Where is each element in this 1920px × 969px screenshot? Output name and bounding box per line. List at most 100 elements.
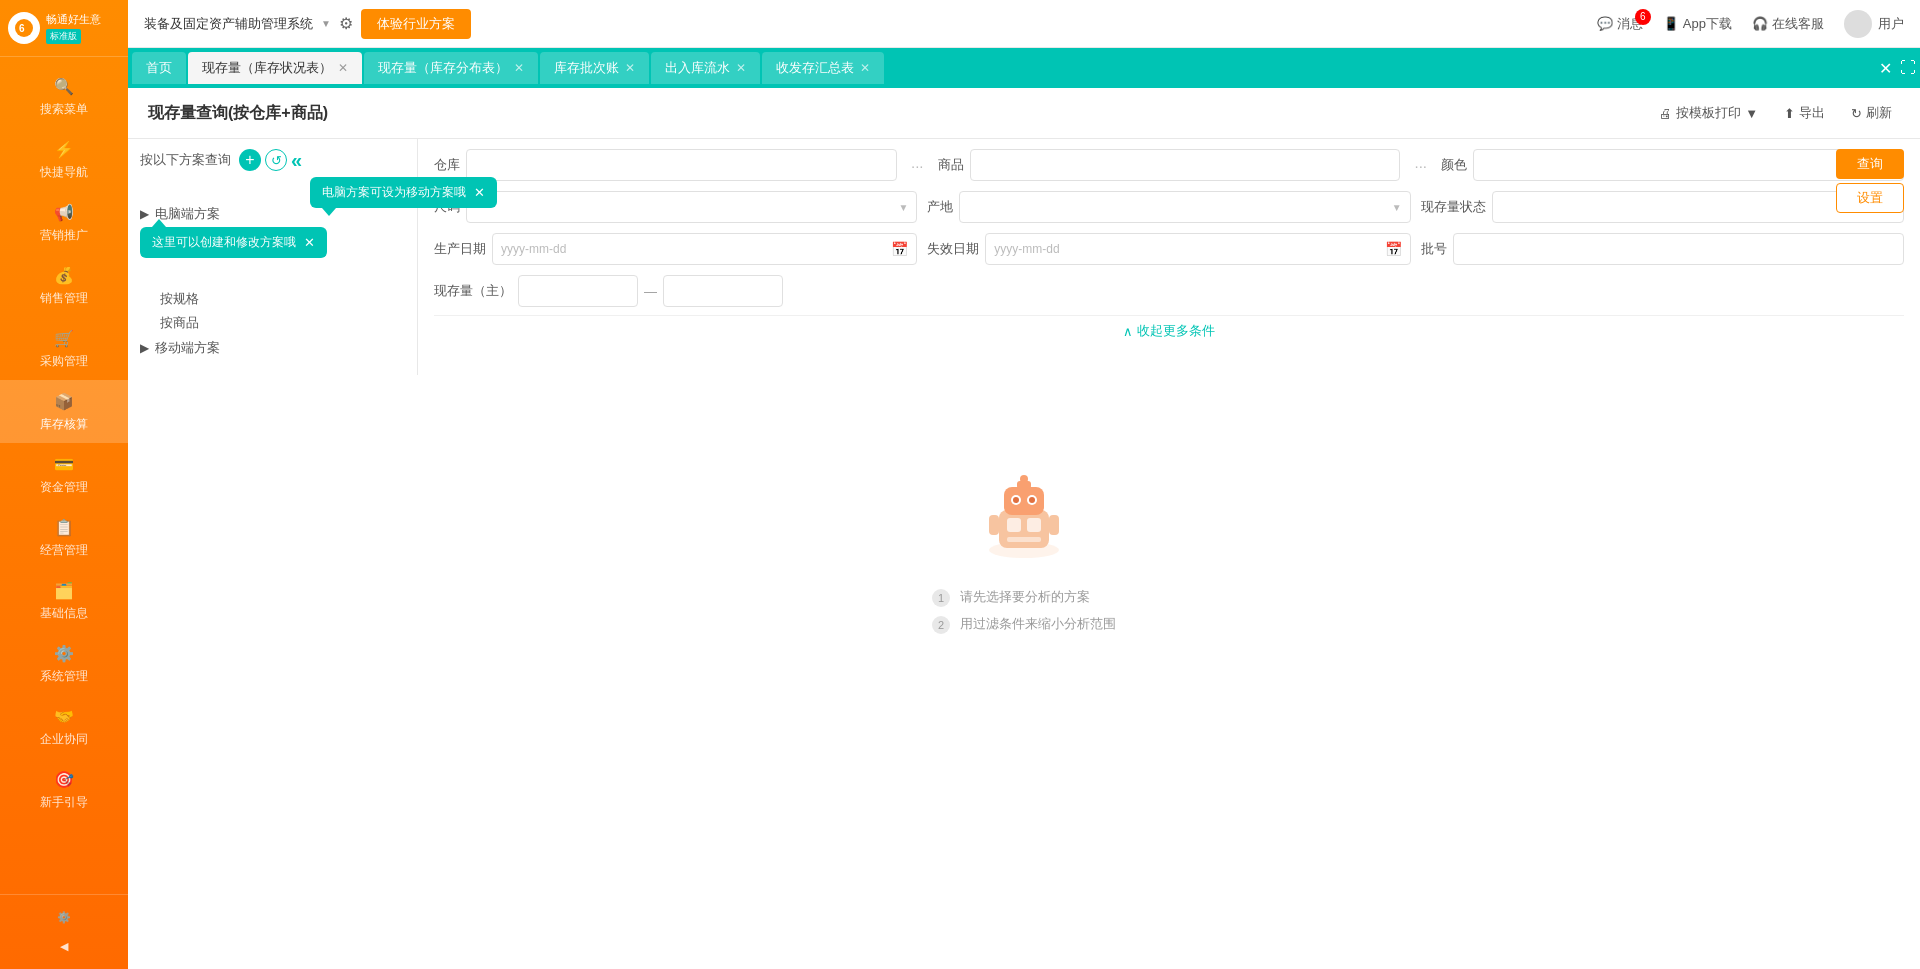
add-scheme-btn[interactable]: + (239, 149, 261, 171)
sidebar-item-guide[interactable]: 🎯 新手引导 (0, 758, 128, 821)
tab-close-batch-account[interactable]: ✕ (625, 61, 635, 75)
logo-badge: 标准版 (46, 29, 81, 44)
warehouse-dots[interactable]: ··· (907, 157, 928, 174)
trial-btn[interactable]: 体验行业方案 (361, 9, 471, 39)
warehouse-input[interactable] (466, 149, 897, 181)
tab-batch-account[interactable]: 库存批次账 ✕ (540, 52, 649, 84)
print-template-btn[interactable]: 🖨 按模板打印 ▼ (1651, 100, 1766, 126)
tab-in-out-flow[interactable]: 出入库流水 ✕ (651, 52, 760, 84)
set-btn[interactable]: 设置 (1836, 183, 1904, 213)
empty-step-2: 2 用过滤条件来缩小分析范围 (932, 615, 1116, 634)
online-support-label: 在线客服 (1772, 15, 1824, 33)
sidebar-item-finance[interactable]: 💳 资金管理 (0, 443, 128, 506)
tabs-fullscreen-icon[interactable]: ⛶ (1900, 59, 1916, 77)
product-label: 商品 (938, 156, 964, 174)
topbar-message[interactable]: 💬 消息 6 (1597, 15, 1643, 33)
scheme-mobile-arrow-icon: ▶ (140, 341, 149, 355)
topbar-user[interactable]: 用户 (1844, 10, 1904, 38)
search-menu-icon: 🔍 (53, 75, 75, 97)
stock-status-field: 现存量状态 ▼ (1421, 191, 1904, 223)
sidebar-item-inventory[interactable]: 📦 库存核算 (0, 380, 128, 443)
inventory-icon: 📦 (53, 390, 75, 412)
tooltip2-close[interactable]: ✕ (304, 235, 315, 250)
topbar-online-support[interactable]: 🎧 在线客服 (1752, 15, 1824, 33)
tooltip1-arrow (322, 208, 336, 216)
qty-label: 现存量（主） (434, 282, 512, 300)
step2-text: 用过滤条件来缩小分析范围 (960, 615, 1116, 633)
back-btn[interactable]: « (291, 150, 302, 170)
refresh-btn[interactable]: ↻ 刷新 (1843, 100, 1900, 126)
sidebar-logo: 6 畅通好生意 标准版 (0, 0, 128, 57)
product-input[interactable] (970, 149, 1401, 181)
batch-input[interactable] (1453, 233, 1904, 265)
tab-close-inventory-status[interactable]: ✕ (338, 61, 348, 75)
filter-row-4: 现存量（主） — (434, 275, 1904, 307)
scheme-items-desktop: 按规格 按商品 (140, 287, 405, 335)
svg-point-13 (1029, 497, 1035, 503)
content-inner: 现存量查询(按仓库+商品) 🖨 按模板打印 ▼ ⬆ 导出 ↻ (128, 88, 1920, 969)
produce-date-cal-icon[interactable]: 📅 (891, 241, 908, 257)
tab-home[interactable]: 首页 (132, 52, 186, 84)
logo-text: 畅通好生意 (46, 12, 101, 26)
tooltip1-close[interactable]: ✕ (474, 185, 485, 200)
topbar-app-download[interactable]: 📱 App下载 (1663, 15, 1732, 33)
filter-fields-area: 仓库 ··· 商品 ··· 颜色 (418, 139, 1920, 375)
size-select[interactable]: ▼ (466, 191, 917, 223)
sidebar-item-base-info[interactable]: 🗂️ 基础信息 (0, 569, 128, 632)
tab-inventory-dist[interactable]: 现存量（库存分布表） ✕ (364, 52, 538, 84)
topbar-settings-icon[interactable]: ⚙ (339, 14, 353, 33)
search-btn[interactable]: 查询 (1836, 149, 1904, 179)
marketing-icon: 📢 (53, 201, 75, 223)
qty-min-input[interactable] (518, 275, 638, 307)
product-field: 商品 (938, 149, 1401, 181)
operations-icon: 📋 (53, 516, 75, 538)
collapse-btn[interactable]: ∧ 收起更多条件 (434, 315, 1904, 346)
message-badge: 6 (1635, 9, 1651, 25)
main-area: 装备及固定资产辅助管理系统 ▼ ⚙ 体验行业方案 💬 消息 6 📱 App下载 … (128, 0, 1920, 969)
scheme-item-desktop-2[interactable]: 按商品 (140, 311, 405, 335)
expire-date-input[interactable]: yyyy-mm-dd 📅 (985, 233, 1410, 265)
filter-controls: + ↺ « (239, 149, 302, 171)
sidebar-item-search-menu[interactable]: 🔍 搜索菜单 (0, 65, 128, 128)
filter-scheme-area: 按以下方案查询 + ↺ « 电脑方案可设为移动方案哦 (128, 139, 1920, 375)
print-arrow-icon: ▼ (1745, 106, 1758, 121)
stock-status-label: 现存量状态 (1421, 198, 1486, 216)
headset-icon: 🎧 (1752, 16, 1768, 31)
tab-close-in-out-flow[interactable]: ✕ (736, 61, 746, 75)
enterprise-icon: 🤝 (53, 705, 75, 727)
expire-date-cal-icon[interactable]: 📅 (1385, 241, 1402, 257)
phone-icon: 📱 (1663, 16, 1679, 31)
sidebar-item-purchase[interactable]: 🛒 采购管理 (0, 317, 128, 380)
produce-date-placeholder: yyyy-mm-dd (501, 242, 566, 256)
sidebar-bottom-collapse[interactable]: ◀ (0, 932, 128, 961)
sidebar-item-operations[interactable]: 📋 经营管理 (0, 506, 128, 569)
sidebar-nav: 🔍 搜索菜单 ⚡ 快捷导航 📢 营销推广 💰 销售管理 🛒 采购管理 📦 (0, 57, 128, 894)
sidebar-item-quick-nav[interactable]: ⚡ 快捷导航 (0, 128, 128, 191)
tabs-close-all-icon[interactable]: ✕ (1879, 59, 1892, 78)
topbar-actions: 💬 消息 6 📱 App下载 🎧 在线客服 用户 (1597, 10, 1904, 38)
produce-date-input[interactable]: yyyy-mm-dd 📅 (492, 233, 917, 265)
quick-nav-icon: ⚡ (53, 138, 75, 160)
settings-icon: ⚙️ (57, 911, 71, 924)
topbar-system: 装备及固定资产辅助管理系统 ▼ ⚙ 体验行业方案 (144, 9, 1585, 39)
export-btn[interactable]: ⬆ 导出 (1776, 100, 1833, 126)
qty-max-input[interactable] (663, 275, 783, 307)
tab-close-receive-send[interactable]: ✕ (860, 61, 870, 75)
reset-scheme-btn[interactable]: ↺ (265, 149, 287, 171)
product-dots[interactable]: ··· (1410, 157, 1431, 174)
tab-receive-send[interactable]: 收发存汇总表 ✕ (762, 52, 884, 84)
qty-field: 现存量（主） — (434, 275, 783, 307)
scheme-mobile-header[interactable]: ▶ 移动端方案 (140, 335, 405, 361)
sidebar-item-sys-manage[interactable]: ⚙️ 系统管理 (0, 632, 128, 695)
filter-header-row: 按以下方案查询 + ↺ « (140, 149, 405, 171)
scheme-item-desktop-1[interactable]: 按规格 (140, 287, 405, 311)
tabs-bar: 首页 现存量（库存状况表） ✕ 现存量（库存分布表） ✕ 库存批次账 ✕ 出入库… (128, 48, 1920, 88)
tab-inventory-status[interactable]: 现存量（库存状况表） ✕ (188, 52, 362, 84)
tab-close-inventory-dist[interactable]: ✕ (514, 61, 524, 75)
origin-select[interactable]: ▼ (959, 191, 1410, 223)
tooltip1-container: 电脑方案可设为移动方案哦 ✕ (310, 177, 497, 208)
sidebar-item-enterprise[interactable]: 🤝 企业协同 (0, 695, 128, 758)
sidebar-item-sales[interactable]: 💰 销售管理 (0, 254, 128, 317)
sidebar-bottom-settings[interactable]: ⚙️ (0, 903, 128, 932)
sidebar-item-marketing[interactable]: 📢 营销推广 (0, 191, 128, 254)
